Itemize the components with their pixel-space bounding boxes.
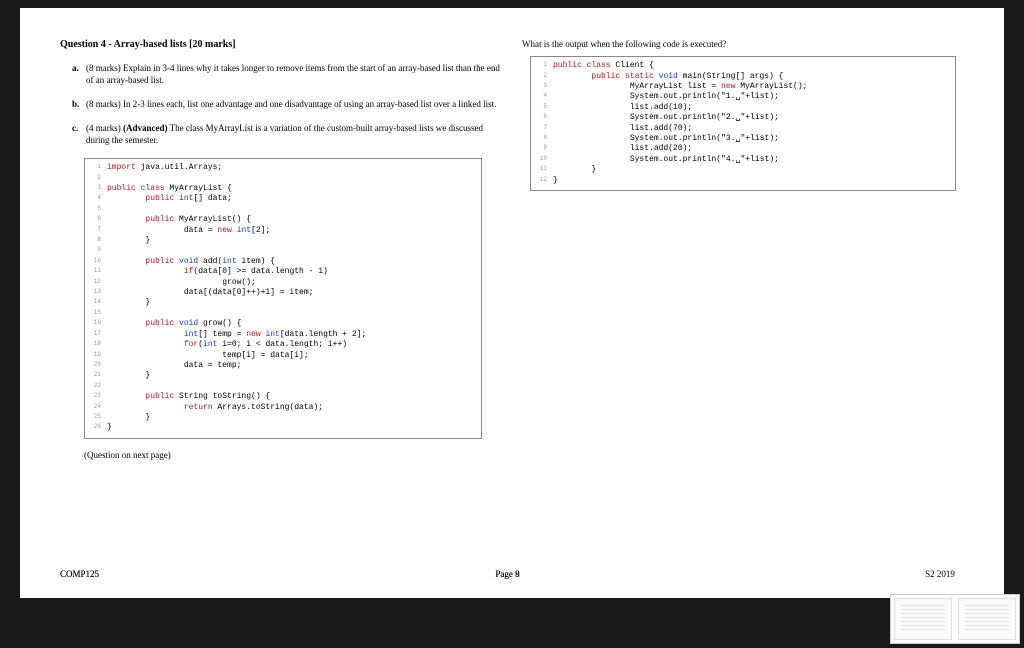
thumbnail-page-right[interactable]: [958, 598, 1016, 640]
sub-b: b. (8 marks) In 2-3 lines each, list one…: [72, 98, 502, 110]
question-title: Question 4 - Array-based lists [20 marks…: [60, 38, 502, 52]
sub-body-a: (8 marks) Explain in 3-4 lines why it ta…: [86, 62, 502, 86]
code-right: 1public class Client {2 public static vo…: [530, 56, 956, 191]
continuation-note: (Question on next page): [84, 449, 502, 461]
page-right: What is the output when the following co…: [512, 38, 974, 588]
sub-c-pre: (4 marks): [86, 123, 123, 133]
sub-letter-a: a.: [72, 62, 86, 86]
sub-letter-c: c.: [72, 122, 86, 146]
sub-c-adv: (Advanced): [123, 123, 168, 133]
footer-sem-right: [657, 568, 955, 580]
sub-body-b: (8 marks) In 2-3 lines each, list one ad…: [86, 98, 502, 110]
sub-c: c. (4 marks) (Advanced) The class MyArra…: [72, 122, 502, 146]
sub-a: a. (8 marks) Explain in 3-4 lines why it…: [72, 62, 502, 86]
code-left: 1import java.util.Arrays;23public class …: [84, 158, 482, 439]
document-spread: Question 4 - Array-based lists [20 marks…: [20, 8, 1004, 598]
right-question: What is the output when the following co…: [522, 38, 964, 50]
sub-body-c: (4 marks) (Advanced) The class MyArrayLi…: [86, 122, 502, 146]
thumbnail-page-left[interactable]: [894, 598, 952, 640]
footer-right: COMP125 Page 9: [20, 568, 1004, 580]
footer-page-right: Page 9: [358, 568, 656, 580]
sub-letter-b: b.: [72, 98, 86, 110]
thumbnail-preview[interactable]: [890, 594, 1020, 644]
page-left: Question 4 - Array-based lists [20 marks…: [50, 38, 512, 588]
footer-course-right: COMP125: [60, 568, 358, 580]
